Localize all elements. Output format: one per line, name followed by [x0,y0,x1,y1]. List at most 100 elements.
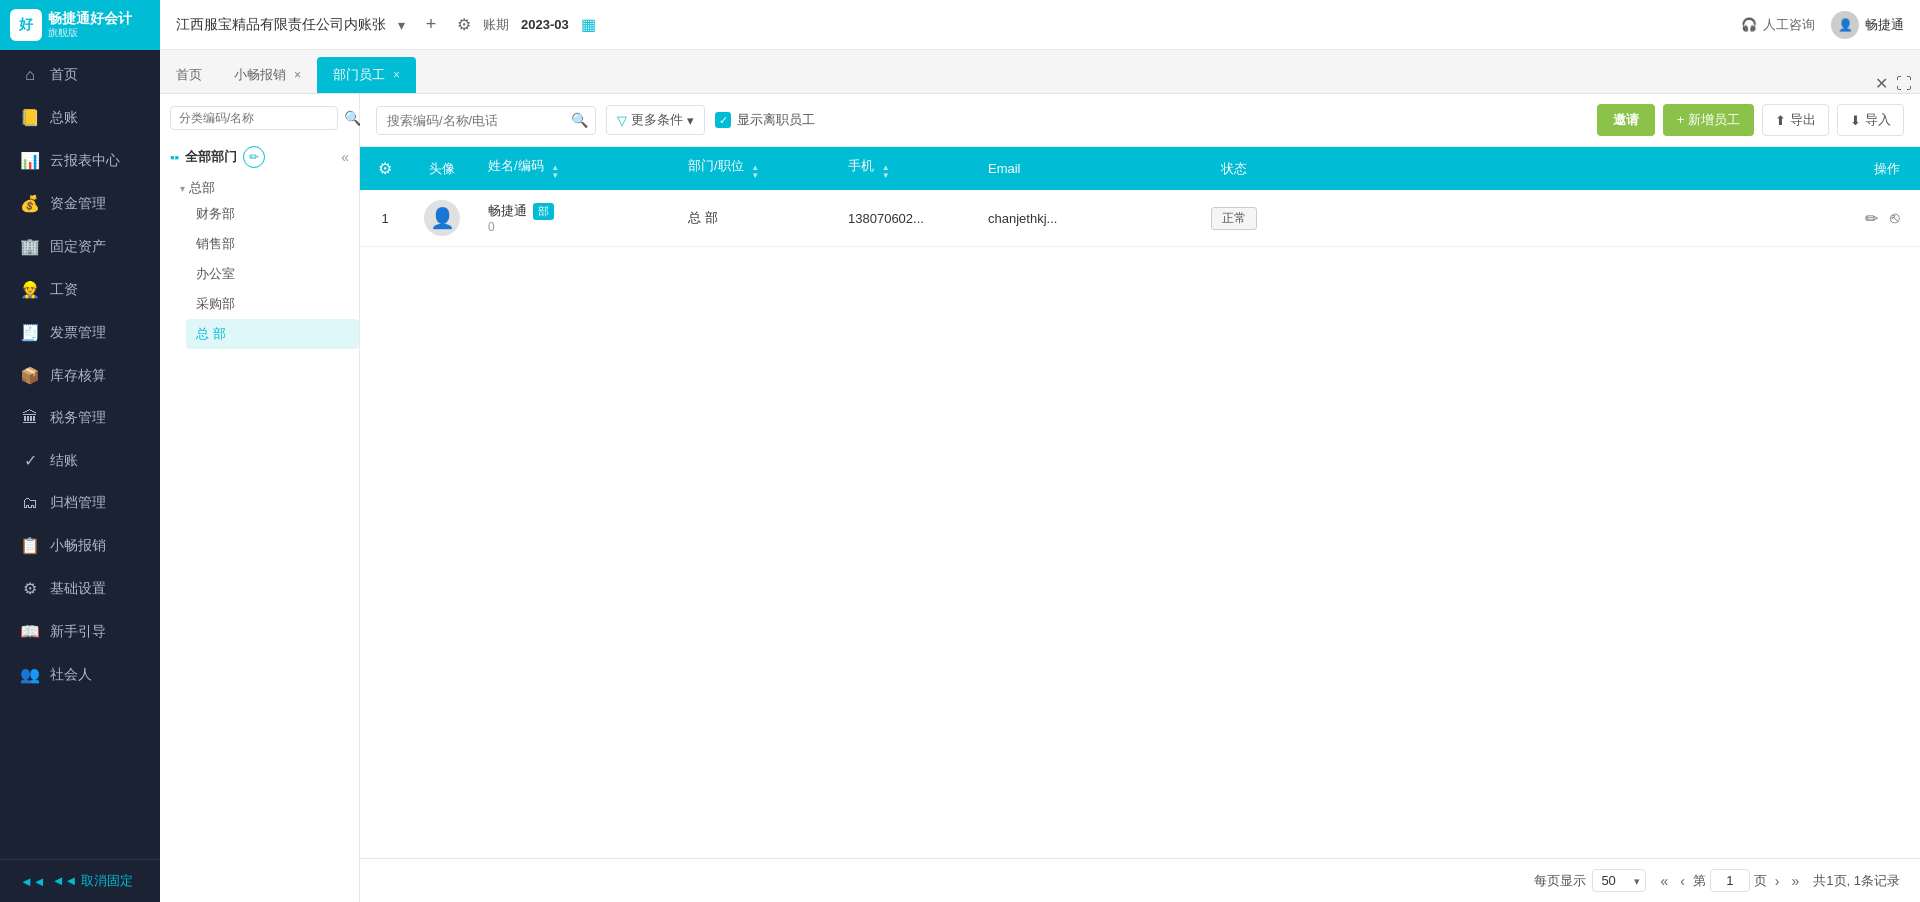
page-size-select[interactable]: 50 100 [1592,869,1646,892]
sidebar-item-archive[interactable]: 🗂 归档管理 [0,482,160,524]
sort-arrows[interactable]: ▲▼ [882,164,890,180]
search-icon: 🔍 [571,112,588,128]
row-index: 1 [360,190,410,247]
period-value: 2023-03 [521,17,569,32]
action-btns: ✏ ⎋ [1308,209,1900,228]
tab-label: 首页 [176,66,202,84]
invite-button[interactable]: 邀请 [1597,104,1655,136]
sidebar-item-funds[interactable]: 💰 资金管理 [0,182,160,225]
company-dropdown-button[interactable]: ▾ [398,17,405,33]
tab-department[interactable]: 部门员工 × [317,57,416,93]
employee-search-input[interactable] [376,106,596,135]
sidebar-item-label: 资金管理 [50,195,106,213]
dept-collapse-button[interactable]: « [341,149,349,165]
topbar-right: 🎧 人工咨询 👤 畅捷通 [1741,11,1904,39]
row-avatar: 👤 [410,190,474,247]
employee-name-text: 畅捷通 [488,202,527,220]
first-page-button[interactable]: « [1656,871,1672,891]
page-input-wrap [1710,869,1750,892]
sidebar-item-checkout[interactable]: ✓ 结账 [0,439,160,482]
sidebar-item-reports[interactable]: 📊 云报表中心 [0,139,160,182]
table-settings-button[interactable]: ⚙ [378,159,392,178]
show-resigned-checkbox[interactable]: ✓ [715,112,731,128]
dept-node-sales[interactable]: 销售部 [186,229,359,259]
tab-close-icon[interactable]: × [294,68,301,82]
pin-label: ◄◄ 取消固定 [52,872,133,890]
tab-expense[interactable]: 小畅报销 × [218,57,317,93]
avatar: 👤 [424,200,460,236]
sidebar-item-social[interactable]: 👥 社会人 [0,653,160,696]
close-tab-button[interactable]: ✕ [1875,74,1888,93]
sort-arrows[interactable]: ▲▼ [551,164,559,180]
checkout-icon: ✓ [20,451,40,470]
sidebar-item-label: 小畅报销 [50,537,106,555]
sidebar-item-invoice[interactable]: 🧾 发票管理 [0,311,160,354]
tab-home[interactable]: 首页 [160,57,218,93]
dept-node-general[interactable]: 总 部 [186,319,359,349]
page-unit: 页 [1754,872,1767,890]
dept-node-parent-hq[interactable]: ▾ 总部 [170,174,359,199]
sidebar-item-home[interactable]: ⌂ 首页 [0,54,160,96]
table-row: 1 👤 畅捷通 部 [360,190,1920,247]
social-icon: 👥 [20,665,40,684]
export-button[interactable]: ⬆ 导出 [1762,104,1829,136]
sidebar-item-label: 固定资产 [50,238,106,256]
sidebar-pin-toggle[interactable]: ◄◄ ◄◄ 取消固定 [0,859,160,902]
employee-table-body: 1 👤 畅捷通 部 [360,190,1920,247]
sidebar-item-label: 新手引导 [50,623,106,641]
settings-button[interactable]: ⚙ [457,15,471,34]
dept-search-input[interactable] [170,106,338,130]
edit-button[interactable]: ✏ [1865,209,1878,228]
import-icon: ⬇ [1850,113,1861,128]
expand-tab-button[interactable]: ⛶ [1896,75,1912,93]
logout-button[interactable]: ⎋ [1890,209,1900,227]
sidebar-item-tax[interactable]: 🏛 税务管理 [0,397,160,439]
prev-page-button[interactable]: ‹ [1676,871,1689,891]
dept-node-purchase[interactable]: 采购部 [186,289,359,319]
sidebar-item-expense[interactable]: 📋 小畅报销 [0,524,160,567]
row-status: 正常 [1174,190,1294,247]
calendar-icon[interactable]: ▦ [581,15,596,34]
sort-arrows[interactable]: ▲▼ [751,164,759,180]
sidebar-item-label: 结账 [50,452,78,470]
sidebar: 好 畅捷通好会计 旗舰版 ⌂ 首页 📒 总账 📊 云报表中心 💰 资金管理 🏢 … [0,0,160,902]
next-page-button[interactable]: › [1771,871,1784,891]
sidebar-item-guide[interactable]: 📖 新手引导 [0,610,160,653]
employee-toolbar: 🔍 ▽ 更多条件 ▾ ✓ 显示离职员工 邀请 + 新增员工 [360,94,1920,147]
employee-search-wrap: 🔍 [376,106,596,135]
tab-close-icon[interactable]: × [393,68,400,82]
employee-search-button[interactable]: 🔍 [571,112,588,128]
dept-edit-button[interactable]: ✏ [243,146,265,168]
page-nav: « ‹ 第 页 › » [1656,869,1803,892]
page-number-input[interactable] [1710,869,1750,892]
support-button[interactable]: 🎧 人工咨询 [1741,16,1815,34]
grid-icon: ▪▪ [170,150,179,165]
dept-node-office[interactable]: 办公室 [186,259,359,289]
invoice-icon: 🧾 [20,323,40,342]
show-resigned-label: 显示离职员工 [737,111,815,129]
user-menu[interactable]: 👤 畅捷通 [1831,11,1904,39]
add-tab-button[interactable]: + [417,11,445,39]
employee-code: 0 [488,220,660,234]
all-dept-header[interactable]: ▪▪ 全部部门 ✏ « [160,140,359,174]
logo-text-wrap: 畅捷通好会计 旗舰版 [48,10,132,41]
sidebar-item-ledger[interactable]: 📒 总账 [0,96,160,139]
last-page-button[interactable]: » [1788,871,1804,891]
sidebar-item-inventory[interactable]: 📦 库存核算 [0,354,160,397]
sidebar-item-settings[interactable]: ⚙ 基础设置 [0,567,160,610]
export-icon: ⬆ [1775,113,1786,128]
sidebar-item-label: 归档管理 [50,494,106,512]
period-label: 账期 [483,16,509,34]
archive-icon: 🗂 [20,494,40,512]
sidebar-item-salary[interactable]: 👷 工资 [0,268,160,311]
sidebar-item-assets[interactable]: 🏢 固定资产 [0,225,160,268]
dept-children: 财务部 销售部 办公室 采购部 总 部 [170,199,359,349]
more-filter-button[interactable]: ▽ 更多条件 ▾ [606,105,705,135]
tabs-actions: ✕ ⛶ [1875,74,1920,93]
main-area: 江西服宝精品有限责任公司内账张 ▾ + ⚙ 账期 2023-03 ▦ 🎧 人工咨… [160,0,1920,902]
dept-search-button[interactable]: 🔍 [344,109,361,127]
total-records: 共1页, 1条记录 [1813,872,1900,890]
dept-node-finance[interactable]: 财务部 [186,199,359,229]
add-employee-button[interactable]: + 新增员工 [1663,104,1754,136]
import-button[interactable]: ⬇ 导入 [1837,104,1904,136]
